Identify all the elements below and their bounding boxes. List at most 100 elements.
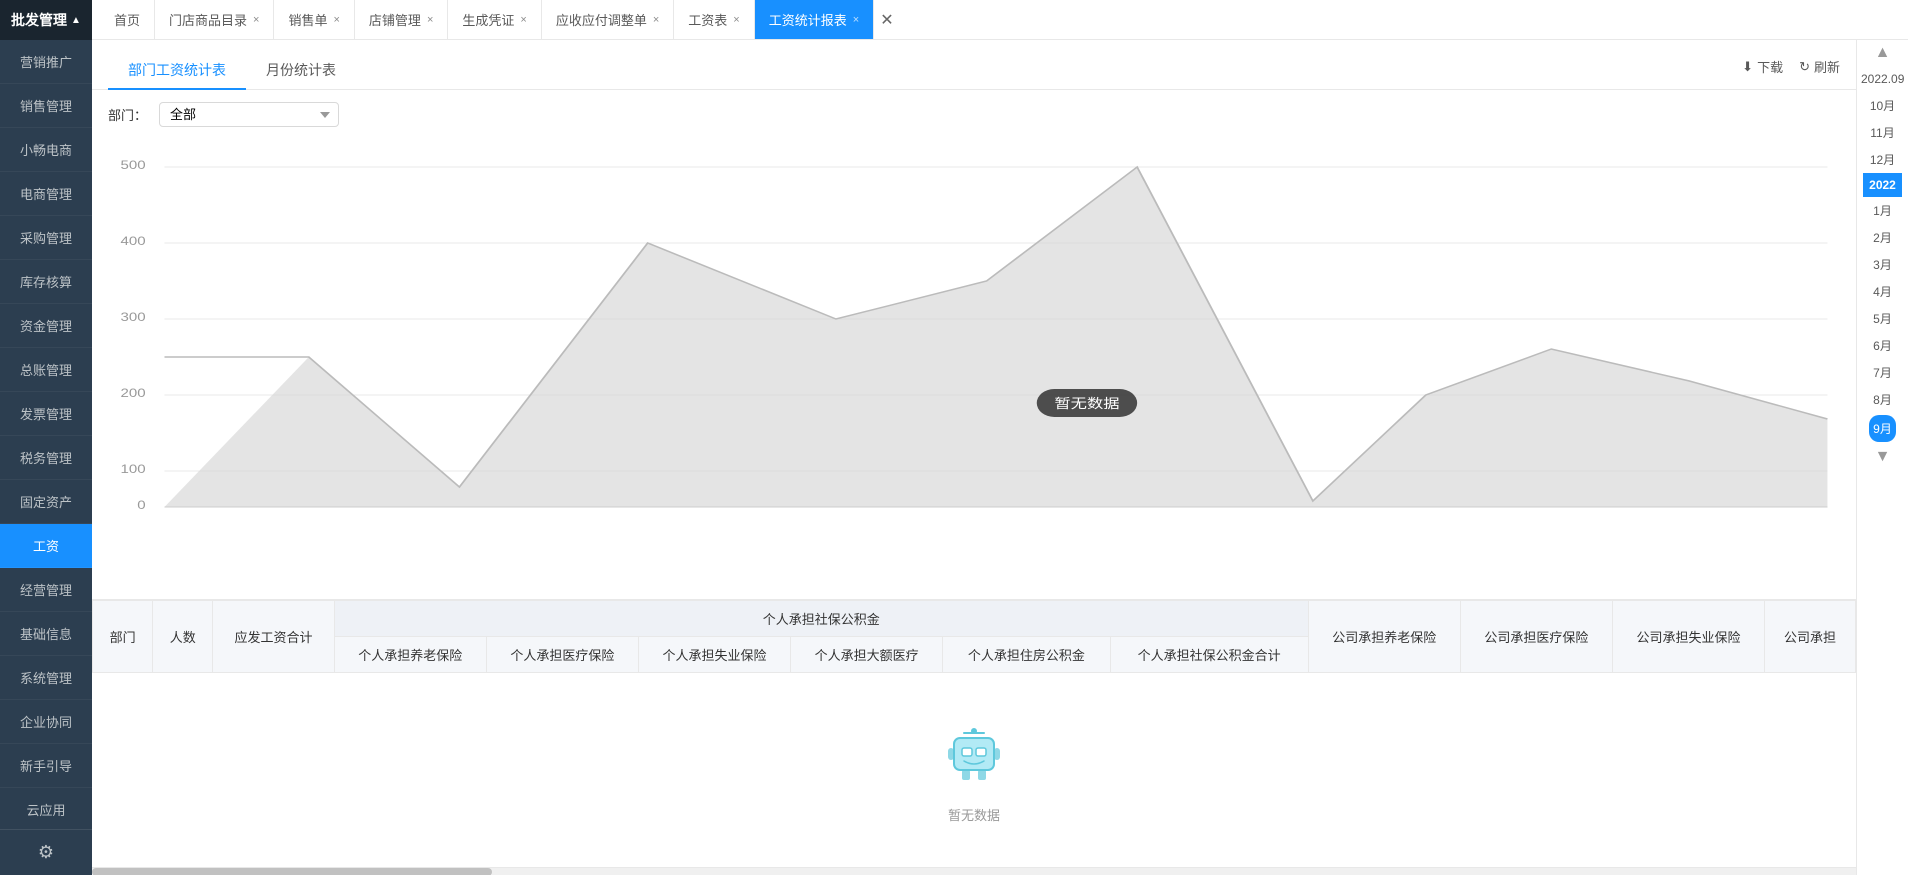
- svg-text:100: 100: [121, 462, 147, 475]
- sidebar-item-总账管理[interactable]: 总账管理: [0, 348, 92, 392]
- timeline-month-1月[interactable]: 1月: [1863, 197, 1902, 224]
- tab-店铺管理[interactable]: 店铺管理×: [355, 0, 448, 39]
- col-personal-total: 个人承担社保公积金合计: [1110, 637, 1308, 673]
- sub-tab-actions: ⬇ 下载 ↻ 刷新: [1742, 57, 1840, 84]
- refresh-button[interactable]: ↻ 刷新: [1799, 57, 1840, 76]
- scroll-indicator[interactable]: [92, 867, 1856, 875]
- chart-container: 500 400 300 200 100 0: [92, 139, 1856, 599]
- tab-bar: 首页门店商品目录×销售单×店铺管理×生成凭证×应收应付调整单×工资表×工资统计报…: [92, 0, 1908, 40]
- main-area: 首页门店商品目录×销售单×店铺管理×生成凭证×应收应付调整单×工资表×工资统计报…: [92, 0, 1908, 875]
- sidebar-footer: ⚙: [0, 829, 92, 875]
- sidebar-item-电商管理[interactable]: 电商管理: [0, 172, 92, 216]
- sidebar-item-资金管理[interactable]: 资金管理: [0, 304, 92, 348]
- timeline-month-8月[interactable]: 8月: [1863, 386, 1902, 413]
- timeline-year-label[interactable]: 2022.09: [1857, 66, 1908, 92]
- sidebar-item-营销推广[interactable]: 营销推广: [0, 40, 92, 84]
- sidebar-title: 批发管理: [11, 10, 67, 30]
- timeline-month-5月[interactable]: 5月: [1863, 305, 1902, 332]
- sidebar-item-固定资产[interactable]: 固定资产: [0, 480, 92, 524]
- svg-text:200: 200: [121, 386, 147, 399]
- timeline-month-10月[interactable]: 10月: [1863, 92, 1902, 119]
- sidebar-item-库存核算[interactable]: 库存核算: [0, 260, 92, 304]
- col-company-unemploy: 公司承担失业保险: [1612, 601, 1764, 673]
- tab-close-工资表[interactable]: ×: [733, 14, 739, 26]
- timeline-nav-down[interactable]: ▼: [1857, 444, 1908, 470]
- tab-close-店铺管理[interactable]: ×: [427, 14, 433, 26]
- col-personal-unemploy: 个人承担失业保险: [638, 637, 790, 673]
- chevron-up-icon: ▲: [71, 15, 81, 26]
- sidebar-item-采购管理[interactable]: 采购管理: [0, 216, 92, 260]
- sidebar-item-销售管理[interactable]: 销售管理: [0, 84, 92, 128]
- download-button[interactable]: ⬇ 下载: [1742, 57, 1783, 76]
- col-count: 人数: [153, 601, 213, 673]
- dept-filter-select[interactable]: 全部: [159, 102, 339, 127]
- tab-close-工资统计报表[interactable]: ×: [853, 14, 859, 26]
- sidebar-item-基础信息[interactable]: 基础信息: [0, 612, 92, 656]
- gear-icon[interactable]: ⚙: [38, 842, 54, 862]
- sidebar-item-税务管理[interactable]: 税务管理: [0, 436, 92, 480]
- col-company-medical: 公司承担医疗保险: [1460, 601, 1612, 673]
- sub-tabs: 部门工资统计表 月份统计表 ⬇ 下载 ↻ 刷新: [92, 40, 1856, 90]
- svg-text:500: 500: [121, 158, 147, 171]
- sidebar: 批发管理 ▲ 营销推广销售管理小畅电商电商管理采购管理库存核算资金管理总账管理发…: [0, 0, 92, 875]
- col-personal-pension: 个人承担养老保险: [334, 637, 486, 673]
- sidebar-item-企业协同[interactable]: 企业协同: [0, 700, 92, 744]
- sidebar-item-发票管理[interactable]: 发票管理: [0, 392, 92, 436]
- svg-text:暂无数据: 暂无数据: [1054, 397, 1120, 412]
- sidebar-item-云应用[interactable]: 云应用: [0, 788, 92, 829]
- col-personal-bigmed: 个人承担大额医疗: [791, 637, 943, 673]
- page-content: 部门工资统计表 月份统计表 ⬇ 下载 ↻ 刷新 部门： 全部: [92, 40, 1856, 875]
- timeline-month-active[interactable]: 9月: [1869, 415, 1896, 442]
- sub-tab-dept[interactable]: 部门工资统计表: [108, 52, 246, 90]
- col-personal-medical: 个人承担医疗保险: [486, 637, 638, 673]
- empty-robot-icon: [934, 713, 1014, 793]
- timeline-year-2022[interactable]: 2022: [1863, 173, 1902, 197]
- dept-table: 部门 人数 应发工资合计 个人承担社保公积金 公司承担养老保险 公司承担医疗保险…: [92, 600, 1856, 673]
- tab-bar-close-all[interactable]: ✕: [874, 8, 899, 32]
- tab-close-生成凭证[interactable]: ×: [520, 14, 526, 26]
- col-company-other: 公司承担: [1765, 601, 1856, 673]
- content-area: 部门工资统计表 月份统计表 ⬇ 下载 ↻ 刷新 部门： 全部: [92, 40, 1908, 875]
- tab-close-应收应付调整单[interactable]: ×: [653, 14, 659, 26]
- tab-close-销售单[interactable]: ×: [333, 14, 339, 26]
- tab-首页[interactable]: 首页: [100, 0, 155, 39]
- sidebar-item-小畅电商[interactable]: 小畅电商: [0, 128, 92, 172]
- svg-text:0: 0: [137, 498, 146, 511]
- timeline-month-7月[interactable]: 7月: [1863, 359, 1902, 386]
- filter-row: 部门： 全部: [92, 90, 1856, 139]
- timeline-nav-up[interactable]: ▲: [1857, 40, 1908, 66]
- tab-工资统计报表[interactable]: 工资统计报表×: [755, 0, 874, 39]
- tab-应收应付调整单[interactable]: 应收应付调整单×: [542, 0, 674, 39]
- sub-tab-month[interactable]: 月份统计表: [246, 52, 356, 90]
- sidebar-items: 营销推广销售管理小畅电商电商管理采购管理库存核算资金管理总账管理发票管理税务管理…: [0, 40, 92, 829]
- sidebar-header[interactable]: 批发管理 ▲: [0, 0, 92, 40]
- timeline-month-6月[interactable]: 6月: [1863, 332, 1902, 359]
- sidebar-item-系统管理[interactable]: 系统管理: [0, 656, 92, 700]
- sidebar-item-经营管理[interactable]: 经营管理: [0, 568, 92, 612]
- tab-门店商品目录[interactable]: 门店商品目录×: [155, 0, 274, 39]
- tab-销售单[interactable]: 销售单×: [274, 0, 354, 39]
- svg-text:300: 300: [121, 310, 147, 323]
- col-dept: 部门: [93, 601, 153, 673]
- dept-filter-label: 部门：: [108, 105, 147, 124]
- table-area: 部门 人数 应发工资合计 个人承担社保公积金 公司承担养老保险 公司承担医疗保险…: [92, 599, 1856, 875]
- timeline-month-4月[interactable]: 4月: [1863, 278, 1902, 305]
- sidebar-item-工资[interactable]: 工资: [0, 524, 92, 568]
- col-personal-housing: 个人承担住房公积金: [943, 637, 1110, 673]
- download-icon: ⬇: [1742, 59, 1753, 75]
- tab-生成凭证[interactable]: 生成凭证×: [448, 0, 541, 39]
- tab-工资表[interactable]: 工资表×: [674, 0, 754, 39]
- timeline-month-11月[interactable]: 11月: [1863, 119, 1902, 146]
- refresh-icon: ↻: [1799, 59, 1810, 75]
- tab-close-门店商品目录[interactable]: ×: [253, 14, 259, 26]
- col-group-personal: 个人承担社保公积金: [334, 601, 1308, 637]
- scroll-thumb[interactable]: [92, 868, 492, 875]
- timeline-month-3月[interactable]: 3月: [1863, 251, 1902, 278]
- timeline-month-2月[interactable]: 2月: [1863, 224, 1902, 251]
- sidebar-item-新手引导[interactable]: 新手引导: [0, 744, 92, 788]
- empty-state: 暂无数据: [92, 673, 1856, 864]
- timeline-month-12月[interactable]: 12月: [1863, 146, 1902, 173]
- svg-text:400: 400: [121, 234, 147, 247]
- empty-text: 暂无数据: [948, 805, 1000, 824]
- table-wrapper[interactable]: 部门 人数 应发工资合计 个人承担社保公积金 公司承担养老保险 公司承担医疗保险…: [92, 600, 1856, 867]
